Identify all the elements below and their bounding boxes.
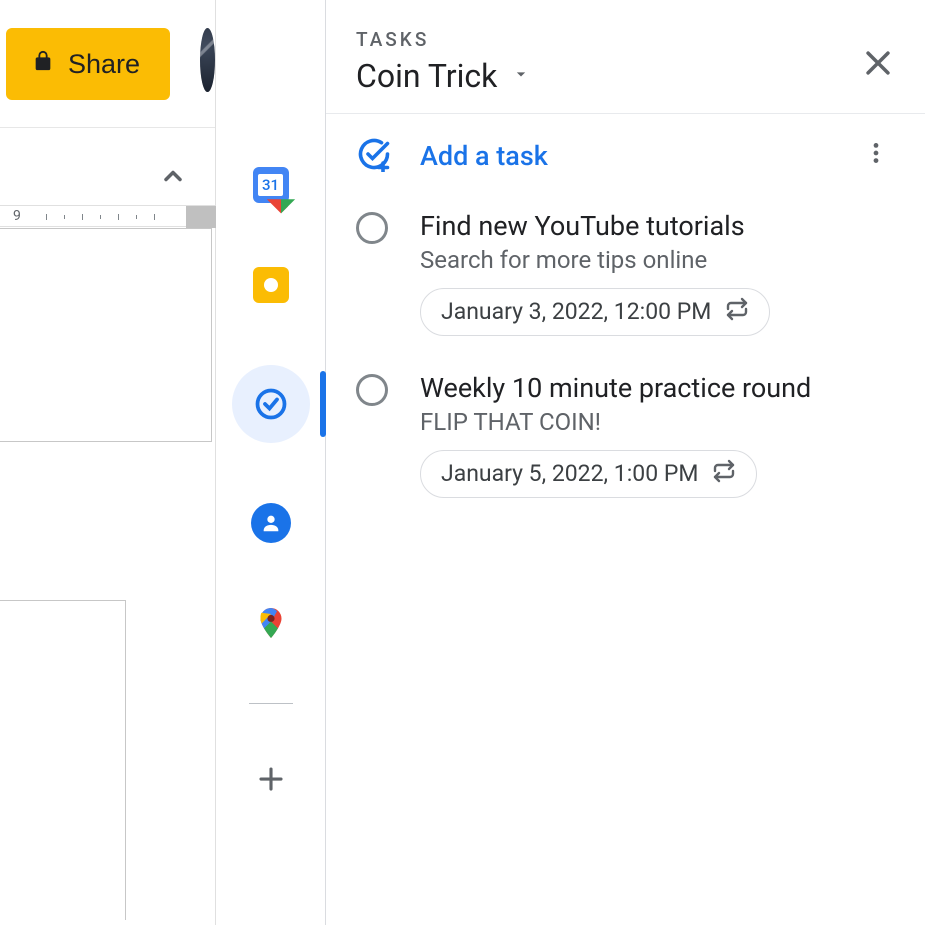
task-item[interactable]: Find new YouTube tutorials Search for mo… xyxy=(356,196,895,358)
task-title: Weekly 10 minute practice round xyxy=(420,372,895,406)
task-complete-toggle[interactable] xyxy=(356,212,388,244)
calendar-day: 31 xyxy=(258,174,283,196)
panel-eyebrow: TASKS xyxy=(356,28,895,51)
lock-icon xyxy=(32,48,54,81)
share-label: Share xyxy=(68,49,140,80)
top-bar: Share xyxy=(0,0,215,128)
add-task-button[interactable]: Add a task xyxy=(420,140,548,172)
more-options-button[interactable] xyxy=(863,140,889,170)
repeat-icon xyxy=(725,297,749,327)
task-complete-toggle[interactable] xyxy=(356,374,388,406)
close-button[interactable] xyxy=(861,46,895,84)
task-date-chip[interactable]: January 5, 2022, 1:00 PM xyxy=(420,450,757,498)
task-item[interactable]: Weekly 10 minute practice round FLIP THA… xyxy=(356,358,895,520)
side-rail: 31 xyxy=(216,0,326,925)
list-selector[interactable]: Coin Trick xyxy=(356,57,895,95)
task-list: Find new YouTube tutorials Search for mo… xyxy=(326,196,925,520)
panel-title: Coin Trick xyxy=(356,57,497,95)
document-page[interactable] xyxy=(0,600,126,920)
maps-icon[interactable] xyxy=(251,603,291,643)
task-description: FLIP THAT COIN! xyxy=(420,408,895,436)
document-page[interactable] xyxy=(0,228,212,442)
keep-icon[interactable] xyxy=(251,265,291,305)
task-date-text: January 5, 2022, 1:00 PM xyxy=(441,460,698,487)
ruler: 9 xyxy=(0,205,215,227)
rail-divider xyxy=(249,703,293,704)
share-button[interactable]: Share xyxy=(6,28,170,100)
avatar[interactable] xyxy=(200,28,215,92)
task-date-text: January 3, 2022, 12:00 PM xyxy=(441,298,711,325)
ruler-number: 9 xyxy=(13,208,21,224)
task-description: Search for more tips online xyxy=(420,246,895,274)
chevron-down-icon xyxy=(511,64,531,88)
repeat-icon xyxy=(712,459,736,489)
panel-header: TASKS Coin Trick xyxy=(326,0,925,114)
document-area: Share 9 xyxy=(0,0,216,925)
task-date-chip[interactable]: January 3, 2022, 12:00 PM xyxy=(420,288,770,336)
tasks-panel: TASKS Coin Trick Add a task Find new You… xyxy=(326,0,925,925)
tasks-icon[interactable] xyxy=(232,365,310,443)
add-task-icon xyxy=(356,136,392,176)
calendar-icon[interactable]: 31 xyxy=(251,165,291,205)
collapse-outline-icon[interactable] xyxy=(153,156,193,196)
task-title: Find new YouTube tutorials xyxy=(420,210,895,244)
contacts-icon[interactable] xyxy=(251,503,291,543)
add-addon-button[interactable] xyxy=(256,764,286,800)
add-task-row: Add a task xyxy=(326,114,925,196)
